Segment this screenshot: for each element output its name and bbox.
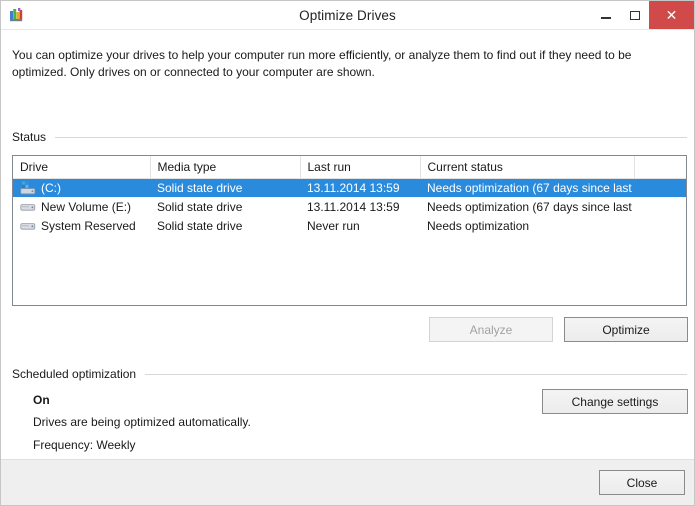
status-group-rule <box>55 136 687 138</box>
column-header-extra[interactable] <box>634 156 686 179</box>
maximize-button[interactable] <box>620 1 649 29</box>
defrag-icon <box>9 7 25 23</box>
drive-icon <box>20 219 36 233</box>
minimize-button[interactable] <box>591 1 620 29</box>
cell-drive: System Reserved <box>13 216 150 235</box>
scheduled-optimization-group-header: Scheduled optimization <box>12 367 687 381</box>
status-group-label: Status <box>12 130 47 144</box>
intro-text: You can optimize your drives to help you… <box>12 48 632 79</box>
column-header-drive[interactable]: Drive <box>13 156 151 179</box>
cell-last-run: Never run <box>307 218 360 233</box>
cell-drive-label: New Volume (E:) <box>41 199 132 214</box>
cell-drive: (C:) <box>13 178 150 197</box>
cell-current-status: Needs optimization (67 days since last r… <box>420 178 634 197</box>
cell-extra <box>634 216 686 235</box>
cell-last-run: 13.11.2014 13:59 <box>300 178 420 197</box>
schedule-frequency: Frequency: Weekly <box>33 438 136 452</box>
maximize-icon <box>629 10 640 20</box>
column-header-current-status[interactable]: Current status <box>420 156 635 179</box>
cell-last-run: 13.11.2014 13:59 <box>307 199 400 214</box>
window-controls: ✕ <box>591 1 694 29</box>
cell-media-type: Solid state drive <box>157 199 243 214</box>
cell-drive-label: System Reserved <box>41 218 136 233</box>
close-window-button[interactable]: ✕ <box>649 1 694 29</box>
cell-media-type: Solid state drive <box>157 218 243 233</box>
drive-list[interactable]: Drive Media type Last run Current status <box>12 155 687 306</box>
scheduled-optimization-rule <box>145 373 687 375</box>
cell-drive: New Volume (E:) <box>13 197 150 216</box>
cell-current-status: Needs optimization <box>427 218 530 233</box>
optimize-button[interactable]: Optimize <box>564 317 688 342</box>
close-icon: ✕ <box>665 7 678 23</box>
cell-media-type: Solid state drive <box>150 178 300 197</box>
table-row[interactable]: System Reserved Solid state drive Never … <box>13 216 686 235</box>
drive-icon <box>20 200 36 214</box>
minimize-icon <box>600 16 611 19</box>
table-row[interactable]: New Volume (E:) Solid state drive 13.11.… <box>13 197 686 216</box>
change-settings-button[interactable]: Change settings <box>542 389 688 414</box>
scheduled-optimization-label: Scheduled optimization <box>12 367 137 381</box>
status-group-header: Status <box>12 130 687 144</box>
table-row[interactable]: (C:) Solid state drive 13.11.2014 13:59 … <box>13 178 686 197</box>
schedule-description: Drives are being optimized automatically… <box>33 415 251 429</box>
optimize-drives-window: Optimize Drives ✕ You can optimize your … <box>0 0 695 506</box>
table-header-row: Drive Media type Last run Current status <box>13 156 686 179</box>
schedule-state: On <box>33 393 50 407</box>
dialog-footer: Close <box>1 459 694 505</box>
drive-table: Drive Media type Last run Current status <box>13 156 686 235</box>
dialog-content: You can optimize your drives to help you… <box>1 30 694 459</box>
system-drive-icon <box>20 181 36 195</box>
title-bar: Optimize Drives ✕ <box>1 1 694 30</box>
column-header-media-type[interactable]: Media type <box>150 156 301 179</box>
close-button[interactable]: Close <box>599 470 685 495</box>
cell-extra <box>634 197 686 216</box>
cell-current-status: Needs optimization (67 days since last r… <box>427 199 634 214</box>
cell-extra <box>634 178 686 197</box>
cell-drive-label: (C:) <box>41 180 61 195</box>
analyze-button[interactable]: Analyze <box>429 317 553 342</box>
column-header-last-run[interactable]: Last run <box>300 156 421 179</box>
